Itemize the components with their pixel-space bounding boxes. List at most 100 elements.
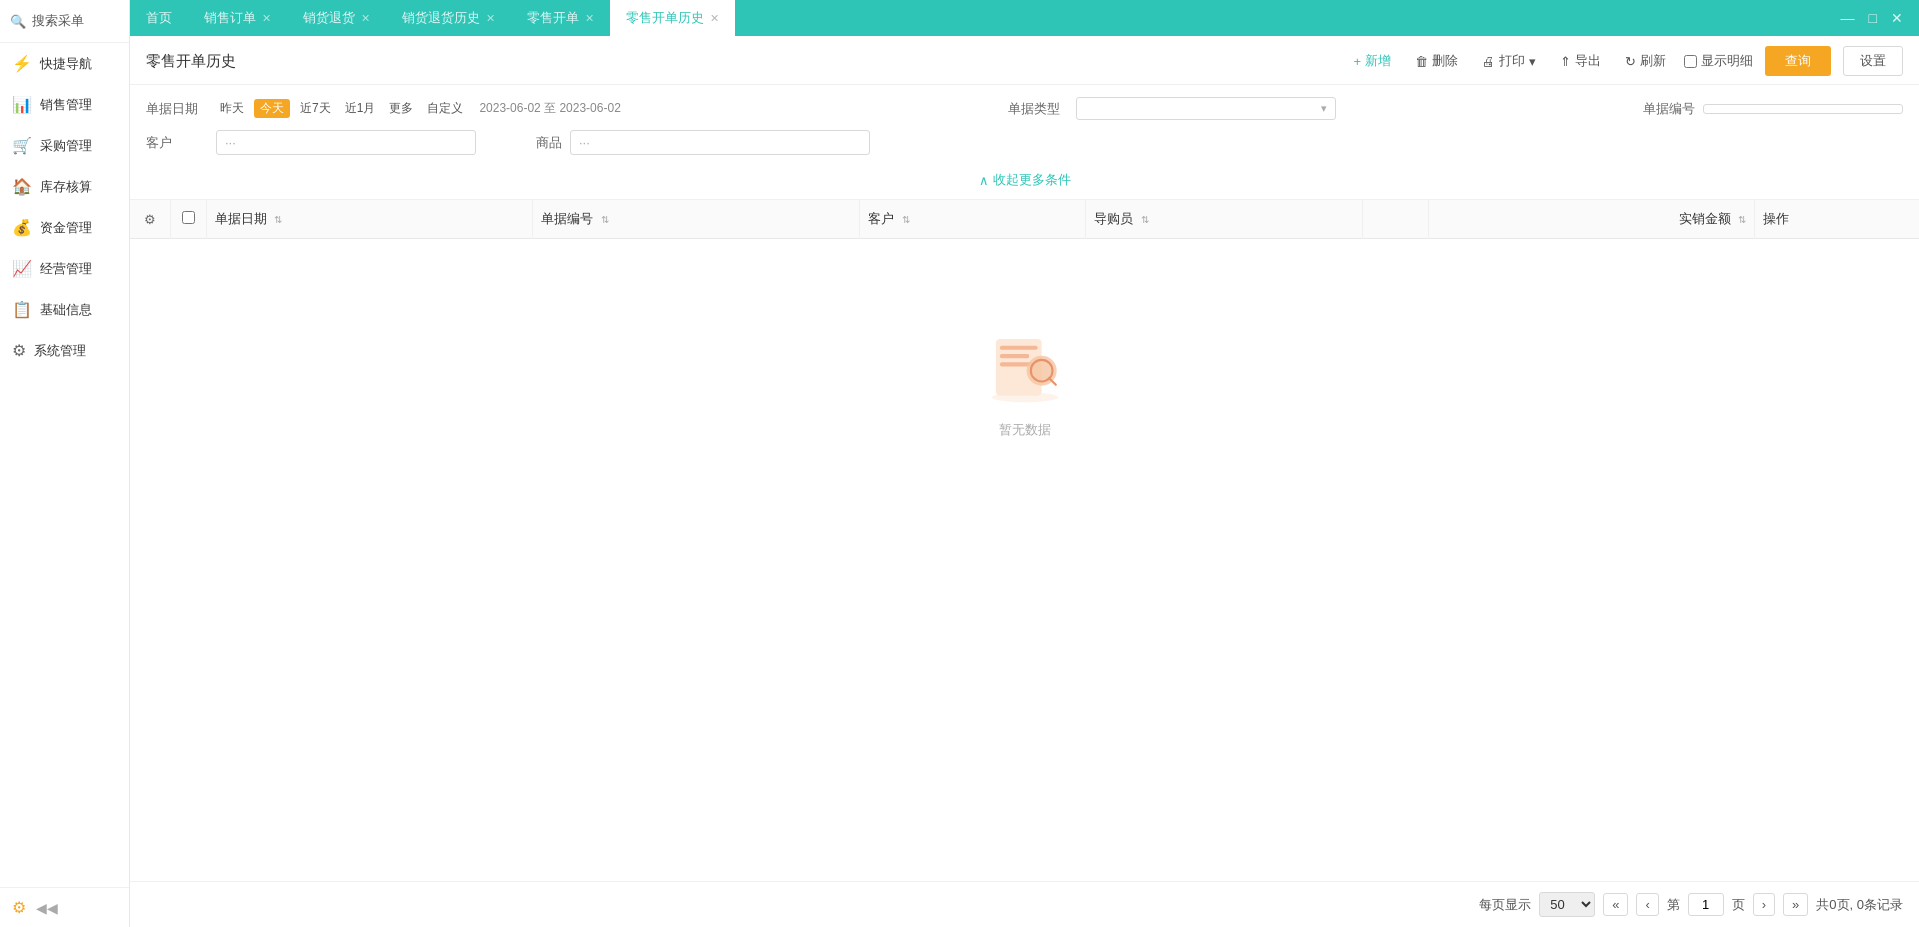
sidebar-search[interactable]: 🔍 搜索采单 — [0, 0, 129, 43]
tab-sales-return-close[interactable]: ✕ — [361, 12, 370, 25]
empty-illustration — [975, 319, 1075, 409]
print-button[interactable]: 🖨 打印 ▾ — [1476, 48, 1542, 74]
th-action: 操作 — [1755, 200, 1919, 239]
add-icon: + — [1353, 54, 1361, 69]
type-select[interactable]: ▾ — [1076, 97, 1336, 120]
page-size-select[interactable]: 10 20 50 100 — [1539, 892, 1595, 917]
add-button[interactable]: + 新增 — [1347, 48, 1397, 74]
refresh-button[interactable]: ↻ 刷新 — [1619, 48, 1672, 74]
page-label: 第 — [1667, 896, 1680, 914]
collapse-button[interactable]: ∧ 收起更多条件 — [146, 165, 1903, 199]
tab-sales-return-label: 销货退货 — [303, 9, 355, 27]
date-sort-icon[interactable]: ⇅ — [274, 214, 282, 225]
amount-sort-icon[interactable]: ⇅ — [1738, 214, 1746, 225]
sidebar-collapse-icon[interactable]: ◀◀ — [36, 900, 58, 916]
tab-retail-open-close[interactable]: ✕ — [585, 12, 594, 25]
settings-gear-icon[interactable]: ⚙ — [12, 898, 26, 917]
goods-label: 商品 — [536, 134, 562, 152]
sidebar-search-label: 搜索采单 — [32, 12, 84, 30]
tab-home[interactable]: 首页 — [130, 0, 188, 36]
sidebar-item-basic-info[interactable]: 📋 基础信息 — [0, 289, 129, 330]
sidebar-item-inventory[interactable]: 🏠 库存核算 — [0, 166, 129, 207]
sidebar-item-sales-mgmt[interactable]: 📊 销售管理 — [0, 84, 129, 125]
date-range-display: 2023-06-02 至 2023-06-02 — [479, 100, 620, 117]
select-all-checkbox[interactable] — [182, 211, 195, 224]
current-page-input[interactable] — [1688, 893, 1724, 916]
tab-retail-history-close[interactable]: ✕ — [710, 12, 719, 25]
tab-retail-open-label: 零售开单 — [527, 9, 579, 27]
add-label: 新增 — [1365, 52, 1391, 70]
close-button[interactable]: ✕ — [1891, 10, 1903, 26]
th-salesperson: 导购员 ⇅ — [1086, 200, 1363, 239]
tab-retail-history[interactable]: 零售开单历史 ✕ — [610, 0, 735, 36]
print-icon: 🖨 — [1482, 54, 1495, 69]
number-input[interactable] — [1703, 104, 1903, 114]
display-detail-label: 显示明细 — [1701, 52, 1753, 70]
page-size-label: 每页显示 — [1479, 896, 1531, 914]
tab-sales-order[interactable]: 销售订单 ✕ — [188, 0, 287, 36]
th-number: 单据编号 ⇅ — [533, 200, 860, 239]
date-btn-more[interactable]: 更多 — [385, 99, 417, 118]
th-checkbox[interactable] — [170, 200, 206, 239]
number-sort-icon[interactable]: ⇅ — [601, 214, 609, 225]
tab-sales-return-history-close[interactable]: ✕ — [486, 12, 495, 25]
query-button[interactable]: 查询 — [1765, 46, 1831, 76]
minimize-button[interactable]: — — [1841, 10, 1855, 26]
last-page-button[interactable]: » — [1783, 893, 1808, 916]
sidebar-item-finance[interactable]: 💰 资金管理 — [0, 207, 129, 248]
date-btn-today[interactable]: 今天 — [254, 99, 290, 118]
customer-placeholder: ··· — [225, 135, 236, 150]
goods-placeholder: ··· — [579, 135, 590, 150]
sidebar-item-purchase-mgmt[interactable]: 🛒 采购管理 — [0, 125, 129, 166]
print-arrow-icon: ▾ — [1529, 54, 1536, 69]
pagination: 每页显示 10 20 50 100 « ‹ 第 页 › » 共0页, 0条记录 — [130, 881, 1919, 927]
customer-input[interactable]: ··· — [216, 130, 476, 155]
prev-page-button[interactable]: ‹ — [1636, 893, 1658, 916]
tab-sales-order-label: 销售订单 — [204, 9, 256, 27]
export-label: 导出 — [1575, 52, 1601, 70]
delete-label: 删除 — [1432, 52, 1458, 70]
display-detail-input[interactable] — [1684, 55, 1697, 68]
tab-bar: 首页 销售订单 ✕ 销货退货 ✕ 销货退货历史 ✕ 零售开单 ✕ 零售开单历史 … — [130, 0, 1919, 36]
filter-date-buttons: 昨天 今天 近7天 近1月 更多 自定义 — [216, 99, 467, 118]
tab-retail-open[interactable]: 零售开单 ✕ — [511, 0, 610, 36]
setting-button[interactable]: 设置 — [1843, 46, 1903, 76]
th-spacer — [1362, 200, 1428, 239]
tab-retail-history-label: 零售开单历史 — [626, 9, 704, 27]
maximize-button[interactable]: □ — [1869, 10, 1877, 26]
svg-rect-3 — [1000, 354, 1029, 358]
date-btn-yesterday[interactable]: 昨天 — [216, 99, 248, 118]
goods-input[interactable]: ··· — [570, 130, 870, 155]
export-button[interactable]: ⇑ 导出 — [1554, 48, 1607, 74]
tab-sales-order-close[interactable]: ✕ — [262, 12, 271, 25]
type-arrow-icon: ▾ — [1321, 102, 1327, 115]
tab-sales-return-history[interactable]: 销货退货历史 ✕ — [386, 0, 511, 36]
export-icon: ⇑ — [1560, 54, 1571, 69]
content-area: 零售开单历史 + 新增 🗑 删除 🖨 打印 ▾ ⇑ 导出 — [130, 36, 1919, 927]
sidebar-item-quick-nav[interactable]: ⚡ 快捷导航 — [0, 43, 129, 84]
first-page-button[interactable]: « — [1603, 893, 1628, 916]
page-unit: 页 — [1732, 896, 1745, 914]
date-btn-custom[interactable]: 自定义 — [423, 99, 467, 118]
pagination-summary: 共0页, 0条记录 — [1816, 896, 1903, 914]
customer-sort-icon[interactable]: ⇅ — [902, 214, 910, 225]
date-btn-1month[interactable]: 近1月 — [341, 99, 380, 118]
customer-label: 客户 — [146, 134, 216, 152]
finance-icon: 💰 — [12, 218, 32, 237]
delete-button[interactable]: 🗑 删除 — [1409, 48, 1464, 74]
tab-home-label: 首页 — [146, 9, 172, 27]
th-gear[interactable]: ⚙ — [130, 200, 170, 239]
svg-rect-2 — [1000, 346, 1038, 350]
tab-sales-return[interactable]: 销货退货 ✕ — [287, 0, 386, 36]
empty-row: 暂无数据 — [130, 239, 1919, 500]
next-page-button[interactable]: › — [1753, 893, 1775, 916]
sidebar-item-system-mgmt[interactable]: ⚙ 系统管理 — [0, 330, 129, 371]
empty-text: 暂无数据 — [999, 421, 1051, 439]
main-area: 首页 销售订单 ✕ 销货退货 ✕ 销货退货历史 ✕ 零售开单 ✕ 零售开单历史 … — [130, 0, 1919, 927]
display-detail-checkbox[interactable]: 显示明细 — [1684, 52, 1753, 70]
sidebar: 🔍 搜索采单 ⚡ 快捷导航 📊 销售管理 🛒 采购管理 🏠 库存核算 💰 资金管… — [0, 0, 130, 927]
salesperson-sort-icon[interactable]: ⇅ — [1141, 214, 1149, 225]
basic-info-icon: 📋 — [12, 300, 32, 319]
sidebar-item-operations[interactable]: 📈 经营管理 — [0, 248, 129, 289]
date-btn-7days[interactable]: 近7天 — [296, 99, 335, 118]
